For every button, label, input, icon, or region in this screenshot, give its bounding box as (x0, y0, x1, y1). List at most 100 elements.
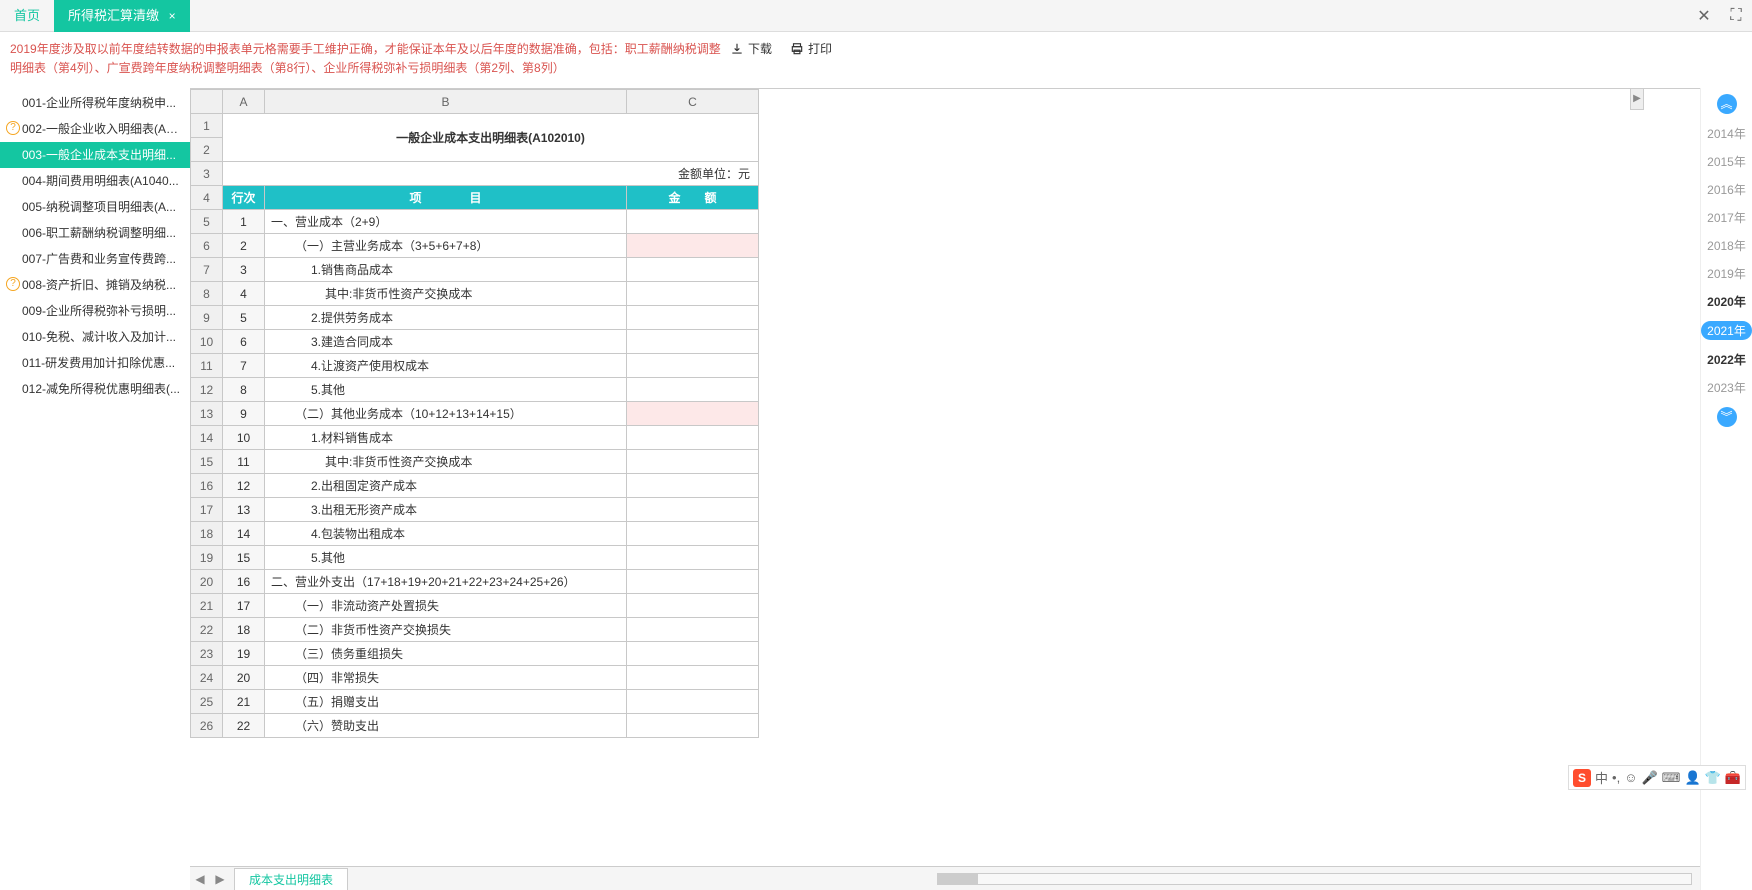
amount-cell[interactable] (627, 258, 759, 282)
window-maximize-button[interactable]: ⛶ (1720, 7, 1752, 25)
year-item[interactable]: 2014年 (1707, 125, 1746, 142)
line-number-cell[interactable]: 20 (223, 666, 265, 690)
tab-home[interactable]: 首页 (0, 0, 54, 32)
expand-notch[interactable]: ▶ (1630, 88, 1644, 110)
row-header[interactable]: 6 (191, 234, 223, 258)
row-header[interactable]: 10 (191, 330, 223, 354)
row-header[interactable]: 18 (191, 522, 223, 546)
row-header[interactable]: 26 (191, 714, 223, 738)
sidebar-item[interactable]: 003-一般企业成本支出明细... (0, 142, 190, 168)
amount-cell[interactable] (627, 234, 759, 258)
sidebar-item[interactable]: 010-免税、减计收入及加计... (0, 324, 190, 350)
ime-toolbar[interactable]: S 中 •, ☺ 🎤 ⌨ 👤 👕 🧰 (1568, 765, 1746, 790)
year-item[interactable]: 2016年 (1707, 181, 1746, 198)
horizontal-scrollbar[interactable] (937, 873, 1692, 885)
amount-cell[interactable] (627, 402, 759, 426)
item-cell[interactable]: （四）非常损失 (265, 666, 627, 690)
amount-cell[interactable] (627, 474, 759, 498)
line-number-cell[interactable]: 6 (223, 330, 265, 354)
row-header[interactable]: 8 (191, 282, 223, 306)
print-button[interactable]: 打印 (790, 40, 832, 57)
item-cell[interactable]: 1.材料销售成本 (265, 426, 627, 450)
row-header[interactable]: 21 (191, 594, 223, 618)
row-header[interactable]: 14 (191, 426, 223, 450)
item-cell[interactable]: 二、营业外支出（17+18+19+20+21+22+23+24+25+26） (265, 570, 627, 594)
ime-emoji-icon[interactable]: ☺ (1624, 770, 1637, 785)
line-number-cell[interactable]: 22 (223, 714, 265, 738)
sidebar-item[interactable]: 001-企业所得税年度纳税申... (0, 90, 190, 116)
amount-cell[interactable] (627, 378, 759, 402)
sidebar-item[interactable]: 007-广告费和业务宣传费跨... (0, 246, 190, 272)
year-item[interactable]: 2020年 (1707, 293, 1746, 310)
row-header[interactable]: 23 (191, 642, 223, 666)
line-number-cell[interactable]: 10 (223, 426, 265, 450)
line-number-cell[interactable]: 1 (223, 210, 265, 234)
item-cell[interactable]: （三）债务重组损失 (265, 642, 627, 666)
line-number-cell[interactable]: 17 (223, 594, 265, 618)
row-header[interactable]: 5 (191, 210, 223, 234)
sidebar-item[interactable]: ?002-一般企业收入明细表(A10... (0, 116, 190, 142)
row-header[interactable]: 19 (191, 546, 223, 570)
item-cell[interactable]: 4.让渡资产使用权成本 (265, 354, 627, 378)
ime-user-icon[interactable]: 👤 (1684, 770, 1700, 786)
item-cell[interactable]: 2.出租固定资产成本 (265, 474, 627, 498)
year-item[interactable]: 2023年 (1707, 379, 1746, 396)
row-header[interactable]: 2 (191, 138, 223, 162)
col-header-A[interactable]: A (223, 90, 265, 114)
line-number-cell[interactable]: 5 (223, 306, 265, 330)
amount-cell[interactable] (627, 666, 759, 690)
amount-cell[interactable] (627, 210, 759, 234)
line-number-cell[interactable]: 19 (223, 642, 265, 666)
row-header[interactable]: 9 (191, 306, 223, 330)
item-cell[interactable]: 其中:非货币性资产交换成本 (265, 282, 627, 306)
year-item[interactable]: 2021年 (1701, 321, 1752, 340)
row-header[interactable]: 16 (191, 474, 223, 498)
row-header[interactable]: 11 (191, 354, 223, 378)
year-item[interactable]: 2022年 (1707, 351, 1746, 368)
sheet-tab-active[interactable]: 成本支出明细表 (234, 868, 348, 890)
year-item[interactable]: 2017年 (1707, 209, 1746, 226)
ime-keyboard-icon[interactable]: ⌨ (1662, 770, 1681, 786)
line-number-cell[interactable]: 11 (223, 450, 265, 474)
ime-voice-icon[interactable]: 🎤 (1641, 770, 1657, 786)
item-cell[interactable]: 3.建造合同成本 (265, 330, 627, 354)
ime-punct-icon[interactable]: •, (1612, 770, 1620, 785)
row-header[interactable]: 3 (191, 162, 223, 186)
line-number-cell[interactable]: 3 (223, 258, 265, 282)
amount-cell[interactable] (627, 498, 759, 522)
ime-toolbox-icon[interactable]: 🧰 (1725, 770, 1741, 786)
row-header[interactable]: 20 (191, 570, 223, 594)
row-header[interactable]: 12 (191, 378, 223, 402)
amount-cell[interactable] (627, 594, 759, 618)
item-cell[interactable]: 其中:非货币性资产交换成本 (265, 450, 627, 474)
sidebar-item[interactable]: 011-研发费用加计扣除优惠... (0, 350, 190, 376)
line-number-cell[interactable]: 16 (223, 570, 265, 594)
row-header[interactable]: 7 (191, 258, 223, 282)
row-header[interactable]: 1 (191, 114, 223, 138)
item-cell[interactable]: （五）捐赠支出 (265, 690, 627, 714)
item-cell[interactable]: 1.销售商品成本 (265, 258, 627, 282)
line-number-cell[interactable]: 14 (223, 522, 265, 546)
scroll-down-icon[interactable]: ︾ (1717, 407, 1737, 427)
ime-skin-icon[interactable]: 👕 (1705, 770, 1721, 786)
sidebar-item[interactable]: 005-纳税调整项目明细表(A... (0, 194, 190, 220)
amount-cell[interactable] (627, 714, 759, 738)
line-number-cell[interactable]: 2 (223, 234, 265, 258)
line-number-cell[interactable]: 18 (223, 618, 265, 642)
col-header-C[interactable]: C (627, 90, 759, 114)
item-cell[interactable]: 一、营业成本（2+9） (265, 210, 627, 234)
sidebar-item[interactable]: 009-企业所得税弥补亏损明... (0, 298, 190, 324)
line-number-cell[interactable]: 21 (223, 690, 265, 714)
row-header[interactable]: 24 (191, 666, 223, 690)
amount-cell[interactable] (627, 570, 759, 594)
line-number-cell[interactable]: 8 (223, 378, 265, 402)
row-header[interactable]: 22 (191, 618, 223, 642)
line-number-cell[interactable]: 7 (223, 354, 265, 378)
line-number-cell[interactable]: 13 (223, 498, 265, 522)
col-header-B[interactable]: B (265, 90, 627, 114)
row-header[interactable]: 13 (191, 402, 223, 426)
year-item[interactable]: 2015年 (1707, 153, 1746, 170)
amount-cell[interactable] (627, 306, 759, 330)
item-cell[interactable]: 5.其他 (265, 546, 627, 570)
amount-cell[interactable] (627, 642, 759, 666)
